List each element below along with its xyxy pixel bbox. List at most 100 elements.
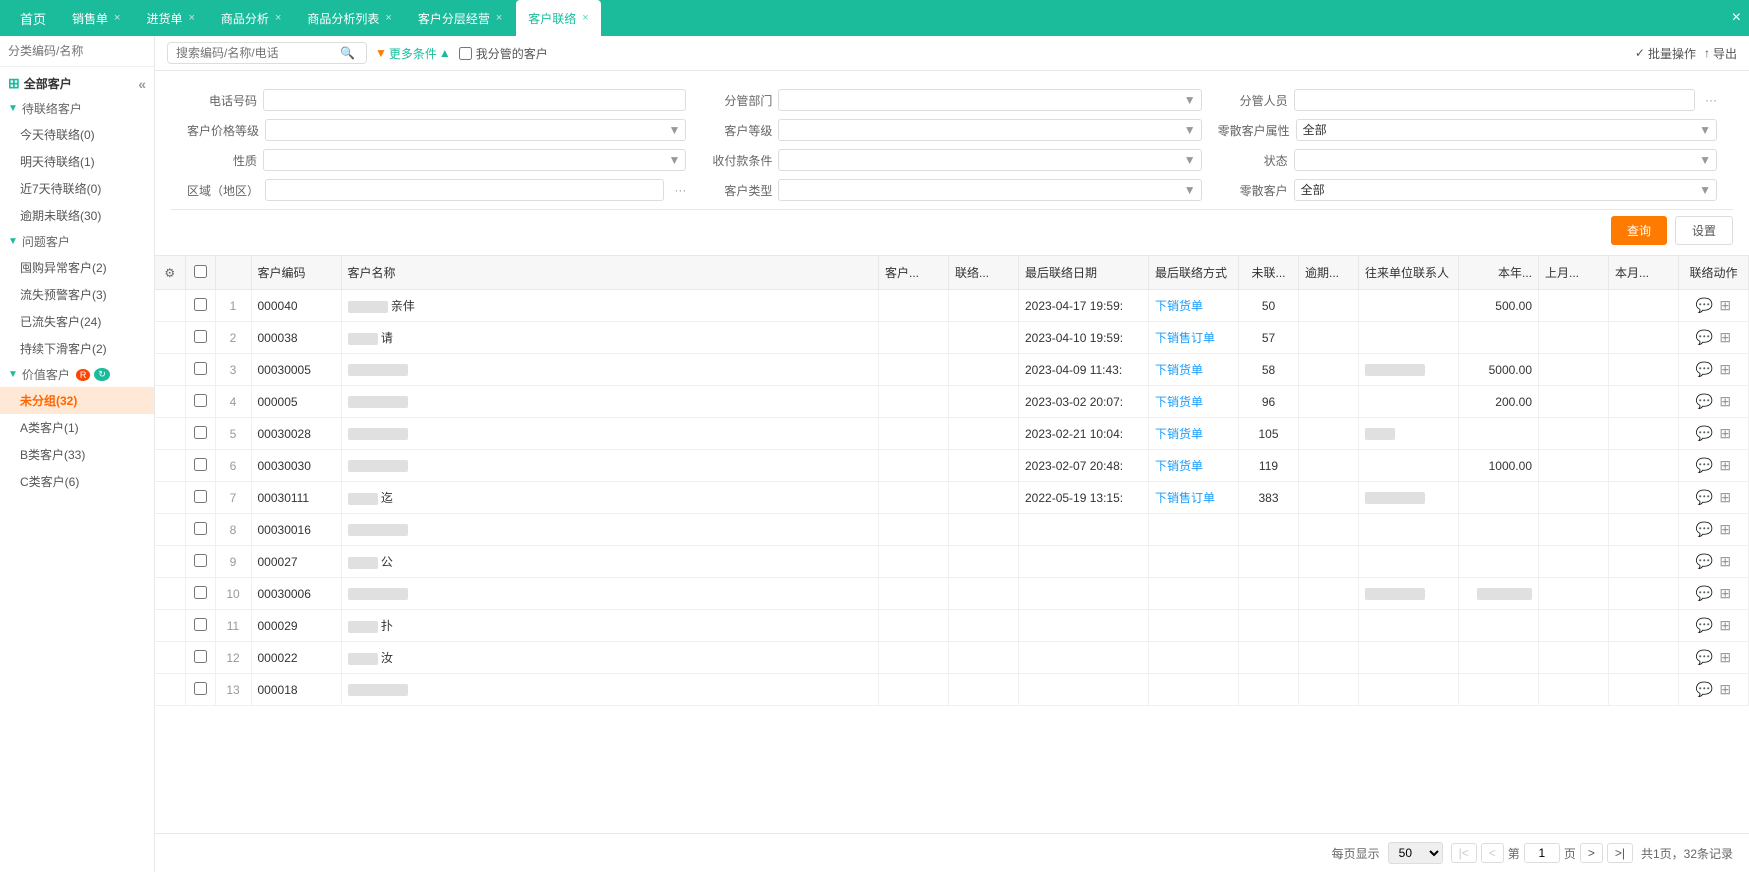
filter-retail-select-wrap[interactable]: 全部 ▼ — [1294, 179, 1717, 201]
grid-icon[interactable]: ⊞ — [1719, 553, 1731, 570]
last-way-link[interactable]: 下销货单 — [1155, 427, 1203, 441]
cell-check[interactable] — [185, 482, 215, 514]
sidebar-item-b-class[interactable]: B类客户(33) — [0, 441, 154, 468]
last-page-btn[interactable]: >| — [1607, 843, 1633, 863]
row-checkbox[interactable] — [194, 586, 207, 599]
first-page-btn[interactable]: |< — [1451, 843, 1477, 863]
more-filters-btn[interactable]: ▼ 更多条件 ▲ — [375, 45, 451, 62]
sidebar-item-7days[interactable]: 近7天待联络(0) — [0, 175, 154, 202]
region-dots-icon[interactable]: ··· — [674, 183, 686, 197]
grid-icon[interactable]: ⊞ — [1719, 297, 1731, 314]
my-customers-filter[interactable]: 我分管的客户 — [459, 45, 548, 62]
settings-icon[interactable]: ⚙ — [164, 266, 175, 280]
query-button[interactable]: 查询 — [1611, 216, 1667, 245]
batch-op-btn[interactable]: ✓ 批量操作 — [1635, 45, 1696, 62]
message-icon[interactable]: 💬 — [1696, 617, 1713, 634]
row-checkbox[interactable] — [194, 458, 207, 471]
message-icon[interactable]: 💬 — [1696, 329, 1713, 346]
cell-check[interactable] — [185, 610, 215, 642]
filter-price-select-wrap[interactable]: ▼ — [265, 119, 686, 141]
cell-last-way[interactable]: 下销货单 — [1149, 290, 1239, 322]
message-icon[interactable]: 💬 — [1696, 457, 1713, 474]
last-way-link[interactable]: 下销售订单 — [1155, 331, 1215, 345]
cell-last-way[interactable]: 下销售订单 — [1149, 322, 1239, 354]
tab-customer-contact[interactable]: 客户联络 × — [516, 0, 600, 36]
message-icon[interactable]: 💬 — [1696, 553, 1713, 570]
cell-last-way[interactable]: 下销货单 — [1149, 418, 1239, 450]
th-settings[interactable]: ⚙ — [155, 256, 185, 290]
grid-icon[interactable]: ⊞ — [1719, 393, 1731, 410]
filter-grade-select-wrap[interactable]: ▼ — [778, 119, 1201, 141]
filter-status-select[interactable] — [1294, 149, 1717, 171]
prev-page-btn[interactable]: < — [1481, 843, 1504, 863]
export-btn[interactable]: ↑ 导出 — [1704, 45, 1737, 62]
row-checkbox[interactable] — [194, 426, 207, 439]
grid-icon[interactable]: ⊞ — [1719, 649, 1731, 666]
main-search-box[interactable]: 🔍 — [167, 42, 367, 64]
tab-purchase[interactable]: 进货单 × — [134, 0, 206, 36]
cell-check[interactable] — [185, 418, 215, 450]
grid-icon[interactable]: ⊞ — [1719, 489, 1731, 506]
filter-status-select-wrap[interactable]: ▼ — [1294, 149, 1717, 171]
filter-grade-select[interactable] — [778, 119, 1201, 141]
message-icon[interactable]: 💬 — [1696, 681, 1713, 698]
sidebar-group-problem[interactable]: ▼ 问题客户 — [0, 229, 154, 254]
cell-check[interactable] — [185, 642, 215, 674]
row-checkbox[interactable] — [194, 362, 207, 375]
message-icon[interactable]: 💬 — [1696, 361, 1713, 378]
close-product-analysis-tab[interactable]: × — [275, 12, 281, 24]
filter-dept-select[interactable] — [778, 89, 1201, 111]
filter-ctype-select-wrap[interactable]: ▼ — [778, 179, 1201, 201]
sidebar-item-today[interactable]: 今天待联络(0) — [0, 121, 154, 148]
filter-price-select[interactable] — [265, 119, 686, 141]
next-page-btn[interactable]: > — [1580, 843, 1603, 863]
cell-last-way[interactable] — [1149, 642, 1239, 674]
sidebar-item-c-class[interactable]: C类客户(6) — [0, 468, 154, 495]
sidebar-group-value[interactable]: ▼ 价值客户 R ↻ — [0, 362, 154, 387]
manager-dots-icon[interactable]: ··· — [1705, 93, 1717, 107]
last-way-link[interactable]: 下销货单 — [1155, 395, 1203, 409]
row-checkbox[interactable] — [194, 682, 207, 695]
sidebar-item-a-class[interactable]: A类客户(1) — [0, 414, 154, 441]
nav-home[interactable]: 首页 — [8, 9, 58, 28]
sidebar-item-churned[interactable]: 已流失客户(24) — [0, 308, 154, 335]
cell-check[interactable] — [185, 546, 215, 578]
sidebar-item-ungrouped[interactable]: 未分组(32) — [0, 387, 154, 414]
grid-icon[interactable]: ⊞ — [1719, 585, 1731, 602]
last-way-link[interactable]: 下销货单 — [1155, 363, 1203, 377]
sidebar-collapse-icon[interactable]: « — [138, 76, 146, 92]
grid-icon[interactable]: ⊞ — [1719, 681, 1731, 698]
cell-last-way[interactable]: 下销货单 — [1149, 354, 1239, 386]
filter-retail-attr-wrap[interactable]: 全部 ▼ — [1296, 119, 1717, 141]
close-product-list-tab[interactable]: × — [385, 12, 391, 24]
grid-icon[interactable]: ⊞ — [1719, 361, 1731, 378]
filter-phone-input[interactable] — [263, 89, 686, 111]
grid-icon[interactable]: ⊞ — [1719, 425, 1731, 442]
select-all-checkbox[interactable] — [194, 265, 207, 278]
cell-last-way[interactable] — [1149, 514, 1239, 546]
close-sales-tab[interactable]: × — [114, 12, 120, 24]
cell-last-way[interactable] — [1149, 610, 1239, 642]
row-checkbox[interactable] — [194, 298, 207, 311]
grid-icon[interactable]: ⊞ — [1719, 617, 1731, 634]
filter-nature-select[interactable] — [263, 149, 686, 171]
my-customers-checkbox[interactable] — [459, 47, 472, 60]
grid-icon[interactable]: ⊞ — [1719, 521, 1731, 538]
tab-product-analysis-list[interactable]: 商品分析列表 × — [295, 0, 403, 36]
grid-icon[interactable]: ⊞ — [1719, 457, 1731, 474]
sidebar-item-declining[interactable]: 持续下滑客户(2) — [0, 335, 154, 362]
cell-check[interactable] — [185, 290, 215, 322]
row-checkbox[interactable] — [194, 394, 207, 407]
message-icon[interactable]: 💬 — [1696, 393, 1713, 410]
message-icon[interactable]: 💬 — [1696, 649, 1713, 666]
cell-last-way[interactable] — [1149, 674, 1239, 706]
filter-dept-select-wrap[interactable]: ▼ — [778, 89, 1201, 111]
cell-check[interactable] — [185, 386, 215, 418]
close-all-button[interactable]: × — [1732, 9, 1741, 27]
row-checkbox[interactable] — [194, 650, 207, 663]
close-purchase-tab[interactable]: × — [188, 12, 194, 24]
cell-last-way[interactable] — [1149, 546, 1239, 578]
filter-ctype-select[interactable] — [778, 179, 1201, 201]
cell-check[interactable] — [185, 514, 215, 546]
cell-last-way[interactable]: 下销货单 — [1149, 450, 1239, 482]
